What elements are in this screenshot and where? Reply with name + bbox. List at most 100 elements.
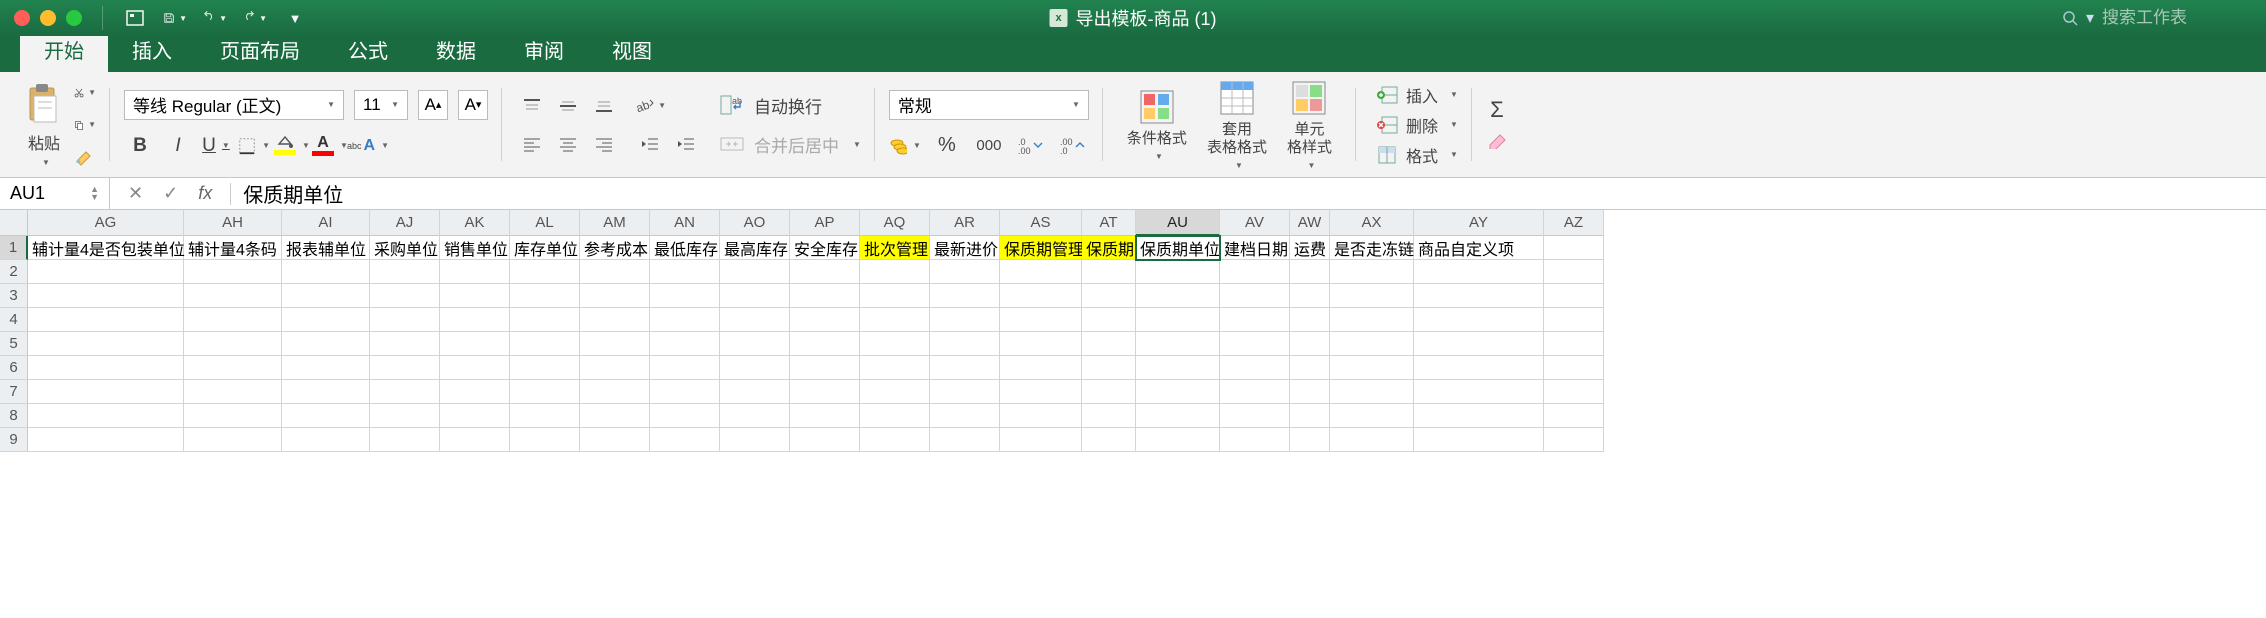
align-left-button[interactable] bbox=[516, 130, 548, 158]
cell[interactable] bbox=[1330, 308, 1414, 332]
cell[interactable]: 保质期单位 bbox=[1136, 236, 1220, 260]
column-header[interactable]: AY bbox=[1414, 210, 1544, 236]
cell[interactable] bbox=[720, 260, 790, 284]
cell[interactable] bbox=[720, 332, 790, 356]
fill-color-button[interactable]: ▼ bbox=[276, 132, 308, 160]
cell[interactable] bbox=[440, 404, 510, 428]
cell[interactable] bbox=[1330, 332, 1414, 356]
cell[interactable] bbox=[1000, 308, 1082, 332]
cell[interactable] bbox=[1082, 404, 1136, 428]
column-header[interactable]: AR bbox=[930, 210, 1000, 236]
cell[interactable] bbox=[370, 308, 440, 332]
percent-button[interactable]: % bbox=[931, 132, 963, 160]
cell[interactable] bbox=[1220, 404, 1290, 428]
close-window-button[interactable] bbox=[14, 10, 30, 26]
cell[interactable] bbox=[860, 260, 930, 284]
cancel-formula-button[interactable]: ✕ bbox=[128, 183, 143, 204]
increase-decimal-button[interactable]: .0.00 bbox=[1015, 132, 1047, 160]
cell[interactable] bbox=[184, 260, 282, 284]
cell[interactable] bbox=[860, 332, 930, 356]
delete-cells-button[interactable]: 删除▼ bbox=[1376, 113, 1458, 137]
cell[interactable] bbox=[282, 404, 370, 428]
cell[interactable] bbox=[1414, 380, 1544, 404]
cell[interactable] bbox=[282, 284, 370, 308]
cell[interactable] bbox=[28, 356, 184, 380]
column-header[interactable]: AU bbox=[1136, 210, 1220, 236]
cell[interactable] bbox=[282, 356, 370, 380]
qat-customize-button[interactable]: ▼ bbox=[283, 6, 307, 30]
font-size-select[interactable]: 11▼ bbox=[354, 90, 408, 120]
cell[interactable] bbox=[930, 404, 1000, 428]
cell[interactable] bbox=[650, 404, 720, 428]
cell[interactable] bbox=[860, 356, 930, 380]
format-as-table-button[interactable]: 套用 表格格式▼ bbox=[1197, 79, 1277, 170]
row-header[interactable]: 4 bbox=[0, 308, 28, 332]
cell[interactable] bbox=[720, 356, 790, 380]
cell-styles-button[interactable]: 单元 格样式▼ bbox=[1277, 79, 1342, 170]
cell[interactable] bbox=[510, 404, 580, 428]
cell[interactable] bbox=[282, 260, 370, 284]
cell[interactable] bbox=[930, 284, 1000, 308]
cell[interactable] bbox=[790, 332, 860, 356]
cell[interactable]: 保质期 bbox=[1082, 236, 1136, 260]
cell[interactable] bbox=[370, 404, 440, 428]
cell[interactable] bbox=[28, 428, 184, 452]
cell[interactable]: 参考成本 bbox=[580, 236, 650, 260]
cell[interactable]: 批次管理 bbox=[860, 236, 930, 260]
accept-formula-button[interactable]: ✓ bbox=[163, 183, 178, 204]
column-header[interactable]: AN bbox=[650, 210, 720, 236]
cell[interactable] bbox=[282, 380, 370, 404]
cell[interactable]: 建档日期 bbox=[1220, 236, 1290, 260]
cell[interactable] bbox=[860, 380, 930, 404]
cell[interactable]: 采购单位 bbox=[370, 236, 440, 260]
cell[interactable] bbox=[440, 380, 510, 404]
cell[interactable] bbox=[650, 308, 720, 332]
cell[interactable] bbox=[1414, 332, 1544, 356]
column-header[interactable]: AX bbox=[1330, 210, 1414, 236]
cell[interactable] bbox=[1136, 332, 1220, 356]
cell[interactable]: 报表辅单位 bbox=[282, 236, 370, 260]
cell[interactable] bbox=[510, 260, 580, 284]
cell[interactable] bbox=[1136, 284, 1220, 308]
cell[interactable] bbox=[1136, 260, 1220, 284]
cell[interactable] bbox=[720, 284, 790, 308]
cell[interactable] bbox=[790, 404, 860, 428]
cell[interactable] bbox=[440, 356, 510, 380]
cell[interactable] bbox=[1330, 260, 1414, 284]
paste-button[interactable]: 粘贴 ▼ bbox=[24, 82, 64, 167]
cell[interactable] bbox=[1000, 404, 1082, 428]
select-all-corner[interactable] bbox=[0, 210, 28, 236]
format-painter-button[interactable] bbox=[74, 146, 96, 168]
cell[interactable] bbox=[1414, 260, 1544, 284]
cell[interactable] bbox=[1000, 284, 1082, 308]
cell[interactable] bbox=[790, 260, 860, 284]
cell[interactable] bbox=[1136, 308, 1220, 332]
conditional-format-button[interactable]: 条件格式▼ bbox=[1117, 88, 1197, 161]
home-icon[interactable] bbox=[123, 6, 147, 30]
cell[interactable] bbox=[1544, 260, 1604, 284]
cell[interactable] bbox=[510, 308, 580, 332]
increase-indent-button[interactable] bbox=[670, 130, 702, 158]
cells-area[interactable]: 辅计量4是否包装单位辅计量4条码报表辅单位采购单位销售单位库存单位参考成本最低库… bbox=[28, 236, 1604, 452]
cell[interactable] bbox=[1414, 308, 1544, 332]
column-header[interactable]: AM bbox=[580, 210, 650, 236]
column-header[interactable]: AO bbox=[720, 210, 790, 236]
comma-button[interactable]: 000 bbox=[973, 132, 1005, 160]
cell[interactable] bbox=[1290, 308, 1330, 332]
font-name-select[interactable]: 等线 Regular (正文)▼ bbox=[124, 90, 344, 120]
cell[interactable] bbox=[1290, 260, 1330, 284]
cell[interactable] bbox=[184, 428, 282, 452]
cell[interactable] bbox=[28, 260, 184, 284]
column-header[interactable]: AP bbox=[790, 210, 860, 236]
cell[interactable] bbox=[1330, 428, 1414, 452]
cell[interactable] bbox=[1000, 356, 1082, 380]
cell[interactable] bbox=[1290, 332, 1330, 356]
search-input[interactable] bbox=[2102, 8, 2252, 28]
cell[interactable] bbox=[1136, 380, 1220, 404]
cell[interactable] bbox=[440, 428, 510, 452]
column-header[interactable]: AH bbox=[184, 210, 282, 236]
number-format-select[interactable]: 常规▼ bbox=[889, 90, 1089, 120]
column-header[interactable]: AI bbox=[282, 210, 370, 236]
cell[interactable] bbox=[1000, 380, 1082, 404]
cell[interactable] bbox=[860, 308, 930, 332]
